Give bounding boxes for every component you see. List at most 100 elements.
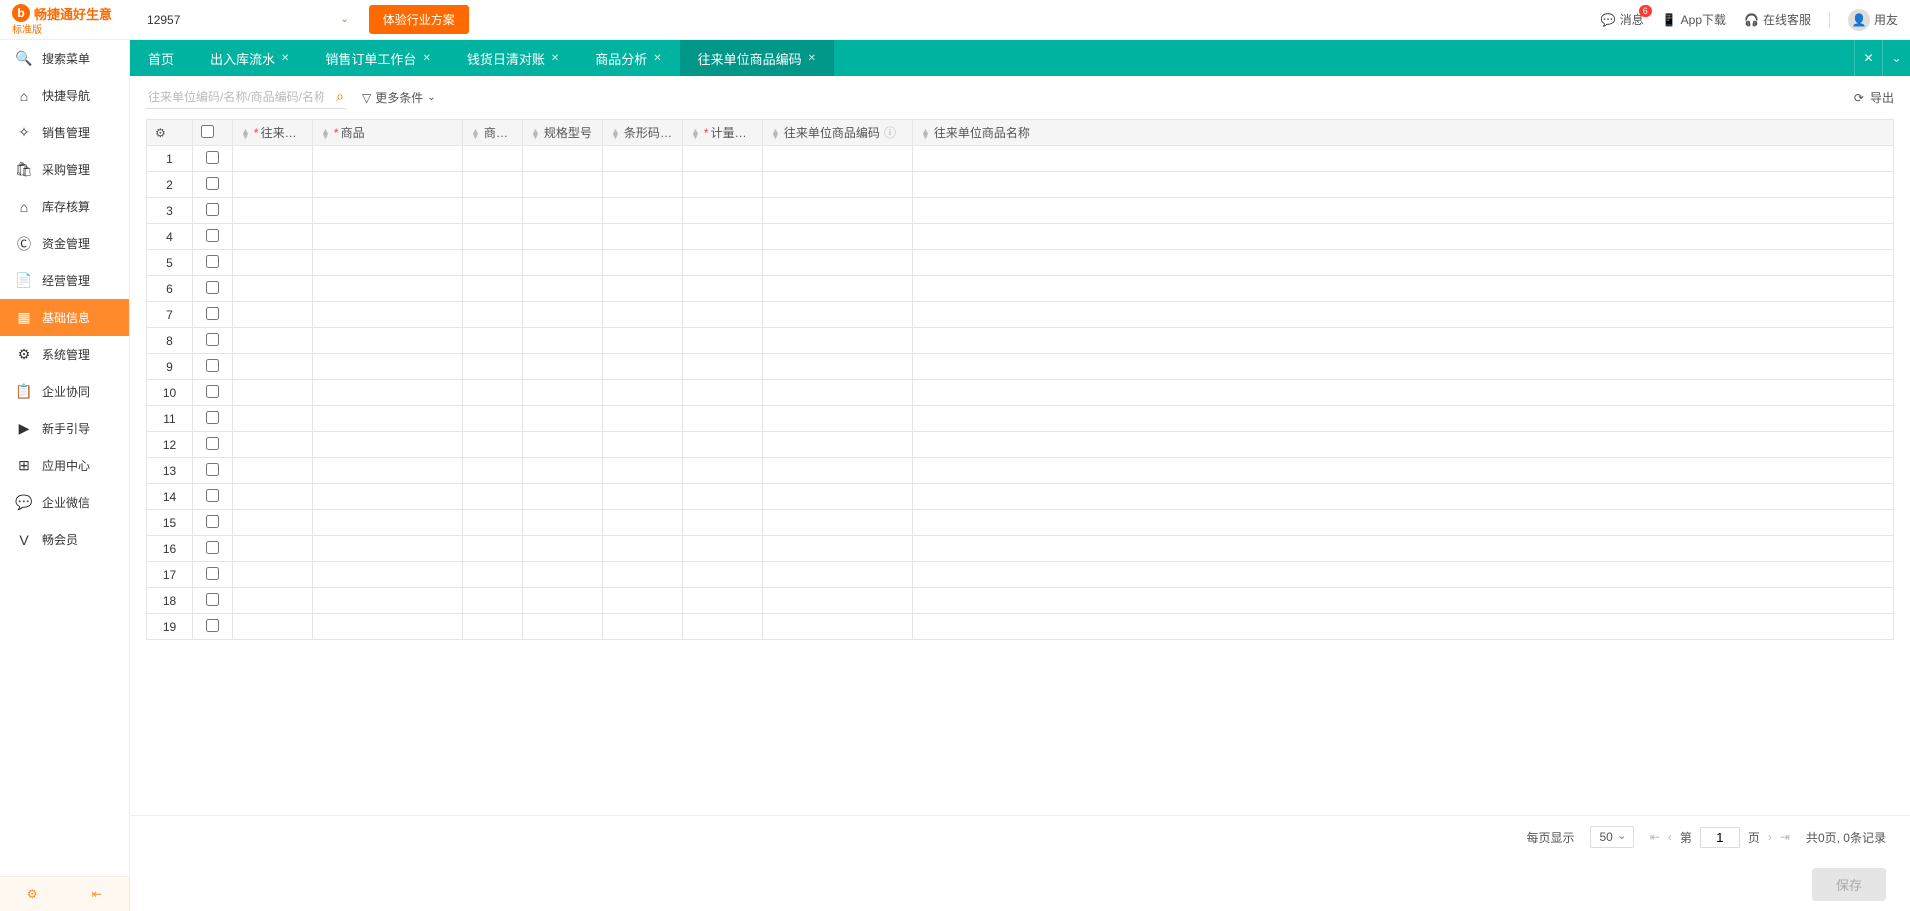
table-cell[interactable] [603, 588, 683, 614]
sidebar-item[interactable]: ✧销售管理 [0, 114, 129, 151]
table-cell[interactable] [763, 302, 913, 328]
tab[interactable]: 销售订单工作台✕ [307, 40, 448, 76]
table-cell[interactable] [683, 302, 763, 328]
row-checkbox[interactable] [206, 489, 219, 502]
page-last[interactable]: ⇥ [1780, 830, 1790, 844]
table-cell[interactable] [233, 302, 313, 328]
table-cell[interactable] [313, 588, 463, 614]
row-checkbox[interactable] [206, 359, 219, 372]
table-cell[interactable] [683, 328, 763, 354]
row-checkbox[interactable] [206, 177, 219, 190]
table-cell[interactable] [233, 406, 313, 432]
row-checkbox[interactable] [206, 307, 219, 320]
table-cell[interactable] [913, 146, 1894, 172]
table-cell[interactable] [523, 458, 603, 484]
table-cell[interactable] [463, 380, 523, 406]
table-cell[interactable] [913, 224, 1894, 250]
table-cell[interactable] [603, 328, 683, 354]
table-cell[interactable] [763, 328, 913, 354]
table-cell[interactable] [313, 614, 463, 640]
row-checkbox[interactable] [206, 411, 219, 424]
table-cell[interactable] [603, 354, 683, 380]
table-cell[interactable] [913, 562, 1894, 588]
table-cell[interactable] [763, 614, 913, 640]
page-next[interactable]: › [1768, 830, 1772, 844]
table-cell[interactable] [763, 380, 913, 406]
table-cell[interactable] [463, 354, 523, 380]
table-cell[interactable] [523, 484, 603, 510]
column-header[interactable]: ▲▼往来单位商品名称 [913, 120, 1894, 146]
sidebar-item[interactable]: V畅会员 [0, 521, 129, 558]
table-cell[interactable] [233, 536, 313, 562]
table-cell[interactable] [913, 588, 1894, 614]
table-cell[interactable] [683, 510, 763, 536]
table-cell[interactable] [463, 250, 523, 276]
table-cell[interactable] [763, 484, 913, 510]
table-cell[interactable] [913, 484, 1894, 510]
tab-close-all[interactable]: ✕ [1854, 40, 1882, 76]
table-cell[interactable] [233, 432, 313, 458]
table-cell[interactable] [313, 302, 463, 328]
table-cell[interactable] [463, 276, 523, 302]
table-cell[interactable] [763, 458, 913, 484]
table-cell[interactable] [233, 458, 313, 484]
table-cell[interactable] [523, 536, 603, 562]
table-cell[interactable] [233, 172, 313, 198]
table-cell[interactable] [463, 536, 523, 562]
sidebar-item[interactable]: ⊞应用中心 [0, 447, 129, 484]
table-cell[interactable] [463, 484, 523, 510]
table-cell[interactable] [463, 146, 523, 172]
table-cell[interactable] [683, 224, 763, 250]
table-cell[interactable] [313, 328, 463, 354]
sidebar-item[interactable]: ⚙系统管理 [0, 336, 129, 373]
table-cell[interactable] [313, 250, 463, 276]
column-header[interactable]: ▲▼条形码/S... [603, 120, 683, 146]
table-cell[interactable] [233, 588, 313, 614]
table-cell[interactable] [913, 380, 1894, 406]
sort-icon[interactable]: ▲▼ [691, 129, 700, 139]
table-cell[interactable] [313, 354, 463, 380]
sidebar-item[interactable]: 🛍采购管理 [0, 151, 129, 188]
table-cell[interactable] [463, 510, 523, 536]
table-cell[interactable] [313, 432, 463, 458]
table-cell[interactable] [763, 172, 913, 198]
table-cell[interactable] [603, 484, 683, 510]
close-icon[interactable]: ✕ [653, 53, 661, 64]
table-cell[interactable] [603, 510, 683, 536]
sidebar-item[interactable]: ⌂库存核算 [0, 188, 129, 225]
table-cell[interactable] [913, 328, 1894, 354]
table-cell[interactable] [463, 224, 523, 250]
row-checkbox[interactable] [206, 203, 219, 216]
table-cell[interactable] [233, 354, 313, 380]
row-checkbox[interactable] [206, 541, 219, 554]
table-cell[interactable] [683, 432, 763, 458]
table-cell[interactable] [523, 276, 603, 302]
table-cell[interactable] [463, 198, 523, 224]
table-cell[interactable] [313, 380, 463, 406]
sort-icon[interactable]: ▲▼ [321, 129, 330, 139]
table-cell[interactable] [913, 614, 1894, 640]
table-cell[interactable] [763, 276, 913, 302]
tab-more[interactable]: ⌄ [1882, 40, 1910, 76]
table-cell[interactable] [523, 380, 603, 406]
save-button[interactable]: 保存 [1812, 868, 1886, 901]
table-cell[interactable] [683, 276, 763, 302]
close-icon[interactable]: ✕ [808, 53, 816, 64]
row-checkbox[interactable] [206, 567, 219, 580]
table-cell[interactable] [523, 146, 603, 172]
row-checkbox[interactable] [206, 229, 219, 242]
table-cell[interactable] [313, 224, 463, 250]
table-cell[interactable] [763, 198, 913, 224]
table-cell[interactable] [913, 432, 1894, 458]
table-cell[interactable] [463, 302, 523, 328]
tenant-select[interactable]: 12957 ⌄ [127, 13, 369, 27]
table-cell[interactable] [523, 614, 603, 640]
table-cell[interactable] [683, 484, 763, 510]
table-cell[interactable] [313, 198, 463, 224]
table-cell[interactable] [683, 562, 763, 588]
experience-button[interactable]: 体验行业方案 [369, 5, 469, 34]
table-cell[interactable] [763, 406, 913, 432]
table-cell[interactable] [313, 406, 463, 432]
sidebar-item[interactable]: 💬企业微信 [0, 484, 129, 521]
user-menu[interactable]: 👤 用友 [1848, 9, 1898, 31]
